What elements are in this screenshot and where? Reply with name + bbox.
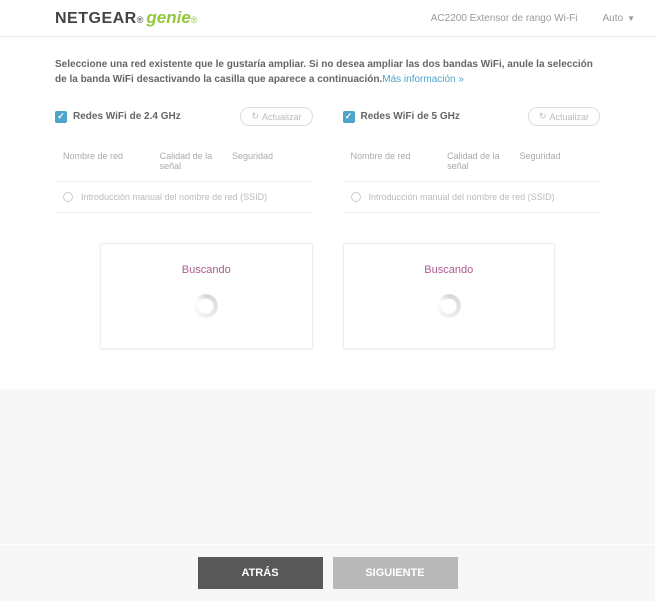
back-button[interactable]: ATRÁS	[198, 557, 323, 589]
header-right: AC2200 Extensor de rango Wi-Fi Auto ▼	[431, 13, 635, 24]
searching-card-5: Buscando	[343, 243, 556, 349]
band-24-check-group: Redes WiFi de 2.4 GHz	[55, 111, 181, 123]
brand-reg: ®	[137, 15, 144, 25]
spinner-icon	[194, 294, 218, 318]
brand-netgear: NETGEAR	[55, 10, 137, 28]
auto-dropdown[interactable]: Auto ▼	[603, 13, 636, 24]
searching-label-5: Buscando	[354, 264, 545, 276]
device-label: AC2200 Extensor de rango Wi-Fi	[431, 13, 578, 24]
col-name-24: Nombre de red	[63, 151, 160, 171]
chevron-down-icon: ▼	[627, 14, 635, 23]
refresh-icon: ↻	[539, 111, 547, 122]
logo: NETGEAR® genie®	[55, 8, 197, 28]
refresh-5-label: Actualizar	[549, 112, 589, 122]
brand-genie: genie	[146, 8, 190, 28]
header: NETGEAR® genie® AC2200 Extensor de rango…	[0, 0, 655, 37]
spinner-icon	[437, 294, 461, 318]
manual-5-label: Introducción manual del nombre de red (S…	[369, 192, 555, 202]
col-name-5: Nombre de red	[351, 151, 448, 171]
manual-row-24[interactable]: Introducción manual del nombre de red (S…	[55, 182, 313, 213]
radio-manual-24[interactable]	[63, 192, 73, 202]
radio-manual-5[interactable]	[351, 192, 361, 202]
panel-5ghz: Redes WiFi de 5 GHz ↻ Actualizar Nombre …	[343, 107, 601, 213]
panel-24ghz: Redes WiFi de 2.4 GHz ↻ Actualizar Nombr…	[55, 107, 313, 213]
cards: Buscando Buscando	[0, 223, 655, 389]
footer: ATRÁS SIGUIENTE	[0, 544, 655, 601]
columns-5: Nombre de red Calidad de la señal Seguri…	[343, 141, 601, 182]
panel-5-header: Redes WiFi de 5 GHz ↻ Actualizar	[343, 107, 601, 126]
band-5-label: Redes WiFi de 5 GHz	[361, 111, 460, 122]
col-signal-24: Calidad de la señal	[160, 151, 232, 171]
searching-card-24: Buscando	[100, 243, 313, 349]
band-24-label: Redes WiFi de 2.4 GHz	[73, 111, 181, 122]
more-info-link[interactable]: Más información »	[382, 74, 464, 85]
panels: Redes WiFi de 2.4 GHz ↻ Actualizar Nombr…	[55, 107, 600, 213]
next-button[interactable]: SIGUIENTE	[333, 557, 458, 589]
searching-label-24: Buscando	[111, 264, 302, 276]
refresh-24-label: Actualizar	[262, 112, 302, 122]
refresh-button-24[interactable]: ↻ Actualizar	[240, 107, 312, 126]
checkbox-24ghz[interactable]	[55, 111, 67, 123]
instructions-text: Seleccione una red existente que le gust…	[55, 59, 593, 85]
auto-label: Auto	[603, 13, 624, 24]
manual-row-5[interactable]: Introducción manual del nombre de red (S…	[343, 182, 601, 213]
band-5-check-group: Redes WiFi de 5 GHz	[343, 111, 460, 123]
refresh-icon: ↻	[251, 111, 259, 122]
refresh-button-5[interactable]: ↻ Actualizar	[528, 107, 600, 126]
manual-24-label: Introducción manual del nombre de red (S…	[81, 192, 267, 202]
columns-24: Nombre de red Calidad de la señal Seguri…	[55, 141, 313, 182]
checkbox-5ghz[interactable]	[343, 111, 355, 123]
col-security-5: Seguridad	[520, 151, 592, 171]
panel-24-header: Redes WiFi de 2.4 GHz ↻ Actualizar	[55, 107, 313, 126]
col-security-24: Seguridad	[232, 151, 304, 171]
brand-tm: ®	[191, 15, 198, 25]
instructions: Seleccione una red existente que le gust…	[55, 57, 600, 87]
content: Seleccione una red existente que le gust…	[0, 37, 655, 223]
col-signal-5: Calidad de la señal	[447, 151, 519, 171]
